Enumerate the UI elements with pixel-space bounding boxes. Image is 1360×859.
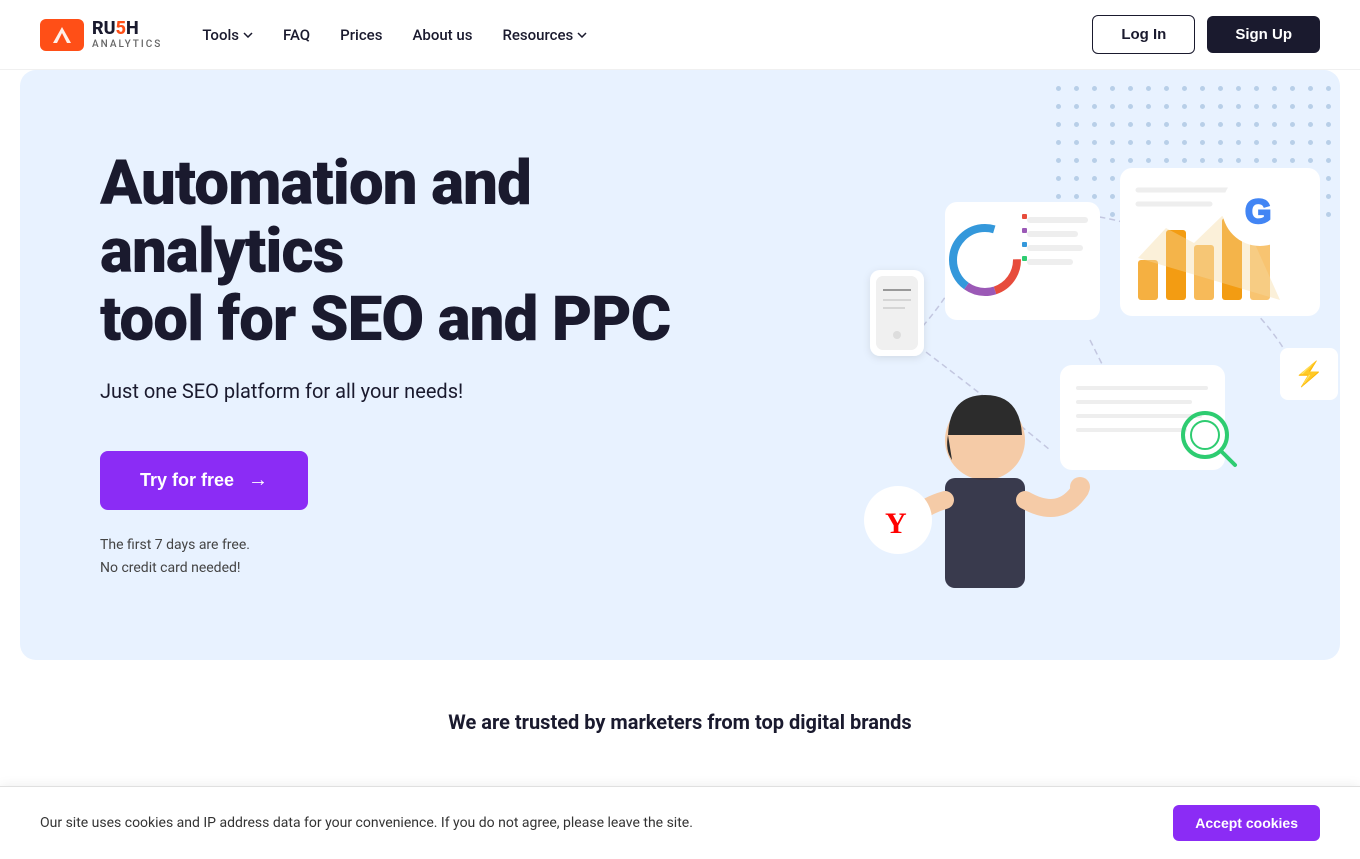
chevron-down-icon xyxy=(243,32,253,38)
hero-section: const dotsContainer = document.querySele… xyxy=(20,70,1340,660)
main-nav: Tools FAQ Prices About us Resources xyxy=(202,26,587,44)
nav-tools[interactable]: Tools xyxy=(202,26,253,44)
navbar: RU5H ANALYTICS Tools FAQ Prices About us… xyxy=(0,0,1360,70)
login-button[interactable]: Log In xyxy=(1092,15,1195,54)
hero-illustration: G G Y ⚡ xyxy=(790,140,1340,660)
trusted-title: We are trusted by marketers from top dig… xyxy=(40,710,1320,734)
navbar-right: Log In Sign Up xyxy=(1092,15,1320,54)
accept-cookies-button[interactable]: Accept cookies xyxy=(1173,805,1320,841)
hero-title: Automation and analytics tool for SEO an… xyxy=(100,150,738,355)
svg-text:⚡: ⚡ xyxy=(1294,360,1324,388)
logo-icon xyxy=(40,19,84,51)
logo[interactable]: RU5H ANALYTICS xyxy=(40,19,162,51)
logo-name: RU5H xyxy=(92,19,162,39)
illustration-svg: G G Y ⚡ xyxy=(790,140,1340,660)
nav-faq[interactable]: FAQ xyxy=(283,26,310,44)
arrow-icon: → xyxy=(248,469,268,492)
svg-text:Y: Y xyxy=(885,507,907,540)
svg-text:G: G xyxy=(1245,193,1271,231)
nav-about[interactable]: About us xyxy=(412,26,472,44)
chevron-down-icon xyxy=(577,32,587,38)
signup-button[interactable]: Sign Up xyxy=(1207,16,1320,53)
hero-subtitle: Just one SEO platform for all your needs… xyxy=(100,379,738,403)
logo-sub: ANALYTICS xyxy=(92,39,162,50)
logo-text-wrap: RU5H ANALYTICS xyxy=(92,19,162,50)
nav-prices[interactable]: Prices xyxy=(340,26,382,44)
nav-resources[interactable]: Resources xyxy=(502,26,587,44)
hero-note: The first 7 days are free. No credit car… xyxy=(100,534,738,582)
try-free-button[interactable]: Try for free → xyxy=(100,451,308,510)
hero-content: Automation and analytics tool for SEO an… xyxy=(100,130,738,581)
navbar-left: RU5H ANALYTICS Tools FAQ Prices About us… xyxy=(40,19,587,51)
trusted-section: We are trusted by marketers from top dig… xyxy=(0,660,1360,764)
cookie-banner: Our site uses cookies and IP address dat… xyxy=(0,786,1360,859)
cookie-message: Our site uses cookies and IP address dat… xyxy=(40,815,693,831)
